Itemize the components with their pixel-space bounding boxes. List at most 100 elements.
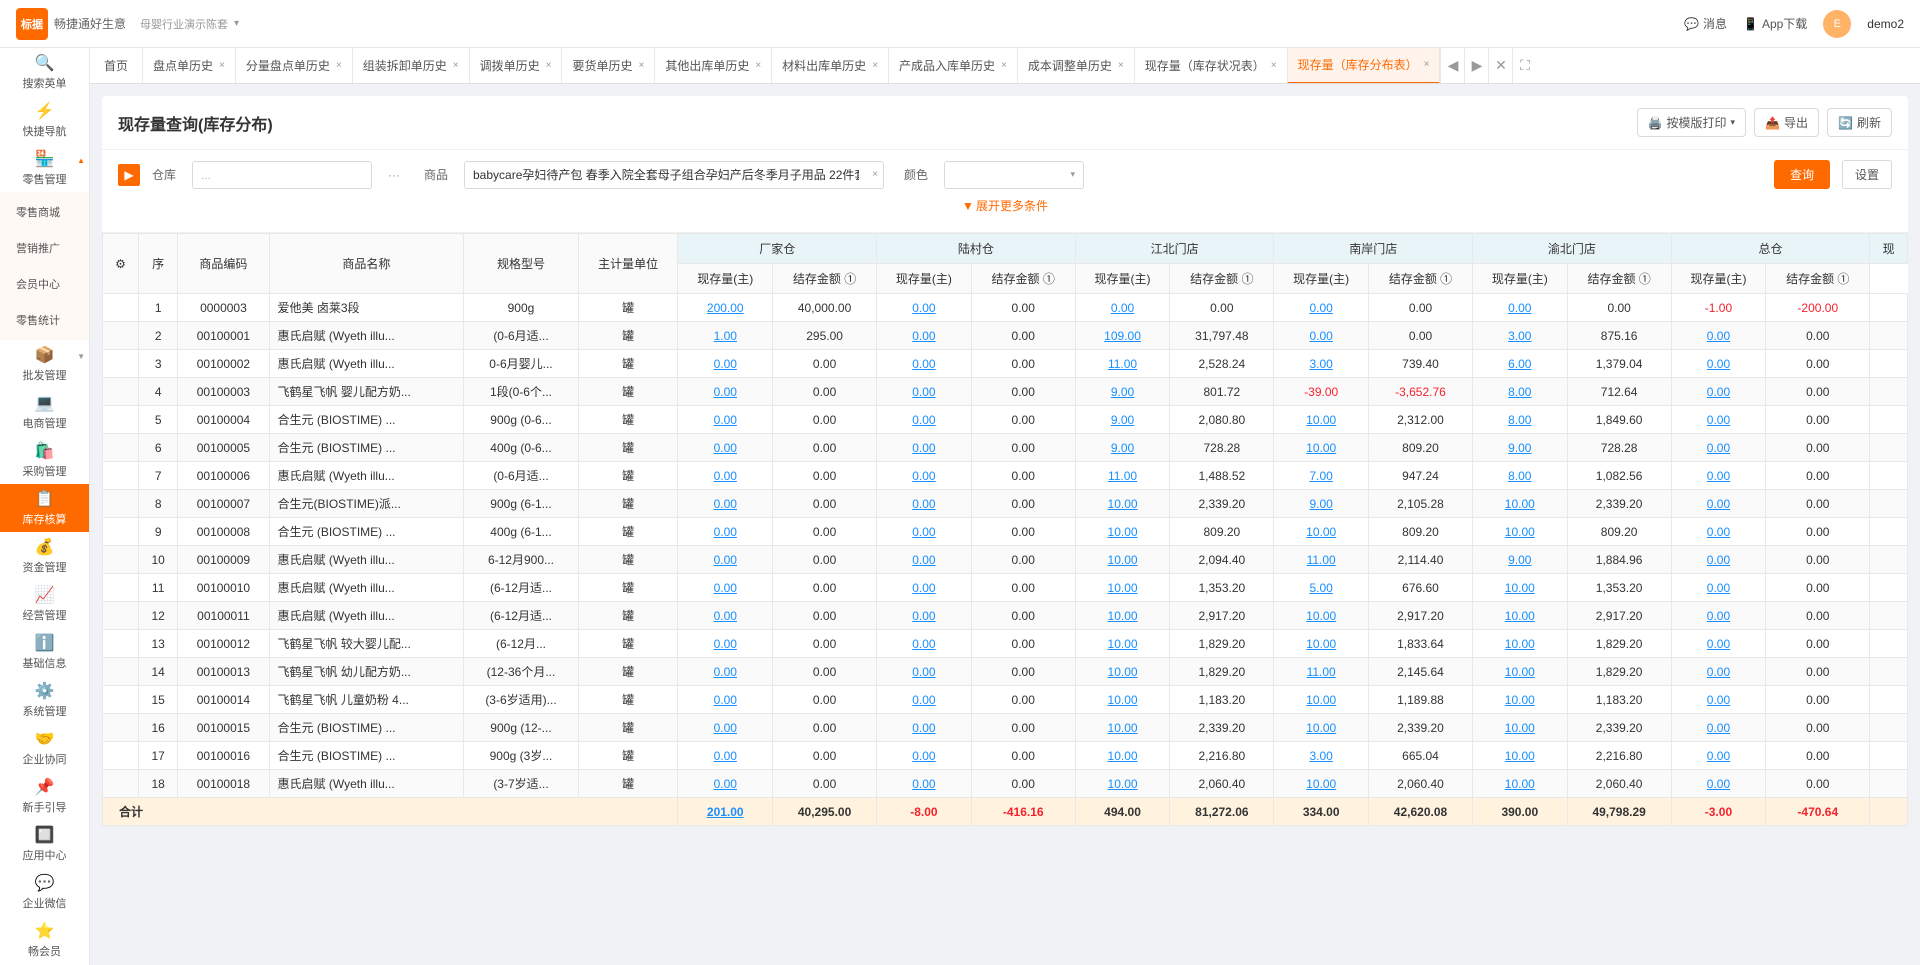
cell-changjiacao-qty[interactable]: 0.00	[678, 434, 773, 462]
cell-lucuncao-qty[interactable]: 0.00	[877, 742, 972, 770]
cell-jiangbeimendian-qty[interactable]: 11.00	[1075, 462, 1170, 490]
tab-close-xiancun-fenbu[interactable]: ×	[1424, 59, 1430, 70]
cell-nananmendian-qty[interactable]: 10.00	[1274, 714, 1369, 742]
tab-xiancun-kucun[interactable]: 现存量（库存状况表） ×	[1135, 48, 1288, 84]
cell-nananmendian-qty[interactable]: 10.00	[1274, 518, 1369, 546]
sidebar-item-basic[interactable]: ℹ️ 基础信息	[0, 628, 89, 676]
cell-changjiacao-qty[interactable]: 0.00	[678, 658, 773, 686]
sidebar-item-finance[interactable]: 💰 资金管理	[0, 532, 89, 580]
goods-input[interactable]	[464, 161, 884, 189]
cell-jiangbeimendian-qty[interactable]: 10.00	[1075, 770, 1170, 798]
cell-yubeimendian-qty[interactable]: 10.00	[1473, 630, 1568, 658]
tab-chenben[interactable]: 成本调整单历史 ×	[1018, 48, 1135, 84]
tab-fenpand[interactable]: 分量盘点单历史 ×	[236, 48, 353, 84]
cell-changjiacao-qty[interactable]: 0.00	[678, 378, 773, 406]
tab-diaobo[interactable]: 调拨单历史 ×	[470, 48, 563, 84]
warehouse-dots[interactable]: ···	[388, 168, 400, 182]
tab-close-yaohuo[interactable]: ×	[638, 60, 644, 71]
sidebar-sub-item-shangcheng[interactable]: 零售商城	[0, 194, 89, 230]
cell-nananmendian-qty[interactable]: 10.00	[1274, 434, 1369, 462]
cell-nananmendian-qty[interactable]: 9.00	[1274, 490, 1369, 518]
sidebar-item-apps[interactable]: 🔲 应用中心	[0, 820, 89, 868]
tab-close-cailiaochu[interactable]: ×	[872, 60, 878, 71]
cell-changjiacao-qty[interactable]: 0.00	[678, 742, 773, 770]
cell-nananmendian-qty[interactable]: 11.00	[1274, 546, 1369, 574]
tab-close-fenpand[interactable]: ×	[336, 60, 342, 71]
cell-lucuncao-qty[interactable]: 0.00	[877, 770, 972, 798]
cell-yubeimendian-qty[interactable]: 8.00	[1473, 406, 1568, 434]
cell-lucuncao-qty[interactable]: 0.00	[877, 714, 972, 742]
tabs-next-btn[interactable]: ▶	[1464, 48, 1488, 84]
sidebar-item-nav[interactable]: ⚡ 快捷导航	[0, 96, 89, 144]
cell-nananmendian-qty[interactable]: 7.00	[1274, 462, 1369, 490]
tab-chengpin[interactable]: 产成品入库单历史 ×	[889, 48, 1018, 84]
cell-lucuncao-qty[interactable]: 0.00	[877, 490, 972, 518]
settings-btn[interactable]: 设置	[1842, 160, 1892, 189]
cell-lucuncao-qty[interactable]: 0.00	[877, 546, 972, 574]
refresh-btn[interactable]: 🔄 刷新	[1827, 108, 1892, 137]
cell-yubeimendian-qty[interactable]: 8.00	[1473, 462, 1568, 490]
color-select[interactable]: ▾	[944, 161, 1084, 189]
cell-nananmendian-qty[interactable]: 10.00	[1274, 602, 1369, 630]
cell-zongcang-qty[interactable]: 0.00	[1671, 658, 1766, 686]
cell-jiangbeimendian-qty[interactable]: 10.00	[1075, 602, 1170, 630]
sidebar-item-weixin[interactable]: 💬 企业微信	[0, 868, 89, 916]
sidebar-item-collab[interactable]: 🤝 企业协同	[0, 724, 89, 772]
cell-zongcang-qty[interactable]: 0.00	[1671, 742, 1766, 770]
cell-jiangbeimendian-qty[interactable]: 10.00	[1075, 686, 1170, 714]
tabs-expand-btn[interactable]: ⛶	[1512, 48, 1536, 84]
sidebar-item-inventory[interactable]: 📋 库存核算	[0, 484, 89, 532]
cell-zongcang-qty[interactable]: 0.00	[1671, 434, 1766, 462]
tab-close-zuhe[interactable]: ×	[453, 60, 459, 71]
cell-yubeimendian-qty[interactable]: 10.00	[1473, 770, 1568, 798]
cell-yubeimendian-qty[interactable]: 10.00	[1473, 714, 1568, 742]
print-btn[interactable]: 🖨️ 按模版打印 ▾	[1637, 108, 1747, 137]
cell-jiangbeimendian-qty[interactable]: 10.00	[1075, 490, 1170, 518]
cell-lucuncao-qty[interactable]: 0.00	[877, 658, 972, 686]
cell-zongcang-qty[interactable]: 0.00	[1671, 322, 1766, 350]
tab-zuhe[interactable]: 组装拆卸单历史 ×	[353, 48, 470, 84]
cell-zongcang-qty[interactable]: 0.00	[1671, 714, 1766, 742]
sidebar-item-search[interactable]: 🔍 搜索英单	[0, 48, 89, 96]
cell-nananmendian-qty[interactable]: 10.00	[1274, 630, 1369, 658]
cell-lucuncao-qty[interactable]: 0.00	[877, 518, 972, 546]
tab-close-qitachu[interactable]: ×	[755, 60, 761, 71]
tab-qitachu[interactable]: 其他出库单历史 ×	[655, 48, 772, 84]
cell-nananmendian-qty[interactable]: -39.00	[1274, 378, 1369, 406]
sidebar-item-purchase[interactable]: 🛍️ 采购管理	[0, 436, 89, 484]
message-btn[interactable]: 💬 消息	[1684, 15, 1727, 32]
expand-conditions-btn[interactable]: ▼ 展开更多条件	[962, 197, 1048, 214]
cell-lucuncao-qty[interactable]: 0.00	[877, 350, 972, 378]
export-btn[interactable]: 📤 导出	[1754, 108, 1819, 137]
cell-changjiacao-qty[interactable]: 1.00	[678, 322, 773, 350]
cell-changjiacao-qty[interactable]: 0.00	[678, 630, 773, 658]
cell-lucuncao-qty[interactable]: 0.00	[877, 602, 972, 630]
cell-jiangbeimendian-qty[interactable]: 10.00	[1075, 574, 1170, 602]
cell-jiangbeimendian-qty[interactable]: 9.00	[1075, 434, 1170, 462]
cell-nananmendian-qty[interactable]: 0.00	[1274, 322, 1369, 350]
cell-nananmendian-qty[interactable]: 3.00	[1274, 742, 1369, 770]
cell-changjiacao-qty[interactable]: 0.00	[678, 770, 773, 798]
cell-yubeimendian-qty[interactable]: 10.00	[1473, 742, 1568, 770]
cell-nananmendian-qty[interactable]: 11.00	[1274, 658, 1369, 686]
tab-pand[interactable]: 盘点单历史 ×	[143, 48, 236, 84]
cell-zongcang-qty[interactable]: 0.00	[1671, 518, 1766, 546]
sidebar-item-ecommerce[interactable]: 💻 电商管理	[0, 388, 89, 436]
cell-zongcang-qty[interactable]: 0.00	[1671, 490, 1766, 518]
cell-yubeimendian-qty[interactable]: 3.00	[1473, 322, 1568, 350]
cell-lucuncao-qty[interactable]: 0.00	[877, 686, 972, 714]
cell-changjiacao-qty[interactable]: 0.00	[678, 602, 773, 630]
sidebar-item-wholesale[interactable]: 📦 批发管理 ▼	[0, 340, 89, 388]
tab-cailiaochu[interactable]: 材料出库单历史 ×	[772, 48, 889, 84]
cell-zongcang-qty[interactable]: 0.00	[1671, 602, 1766, 630]
tabs-prev-btn[interactable]: ◀	[1440, 48, 1464, 84]
tab-close-chenben[interactable]: ×	[1118, 60, 1124, 71]
user-name[interactable]: demo2	[1867, 17, 1904, 31]
tab-home[interactable]: 首页	[90, 48, 143, 84]
cell-jiangbeimendian-qty[interactable]: 11.00	[1075, 350, 1170, 378]
cell-yubeimendian-qty[interactable]: 9.00	[1473, 434, 1568, 462]
cell-yubeimendian-qty[interactable]: 6.00	[1473, 350, 1568, 378]
cell-jiangbeimendian-qty[interactable]: 10.00	[1075, 742, 1170, 770]
cell-yubeimendian-qty[interactable]: 9.00	[1473, 546, 1568, 574]
cell-nananmendian-qty[interactable]: 5.00	[1274, 574, 1369, 602]
